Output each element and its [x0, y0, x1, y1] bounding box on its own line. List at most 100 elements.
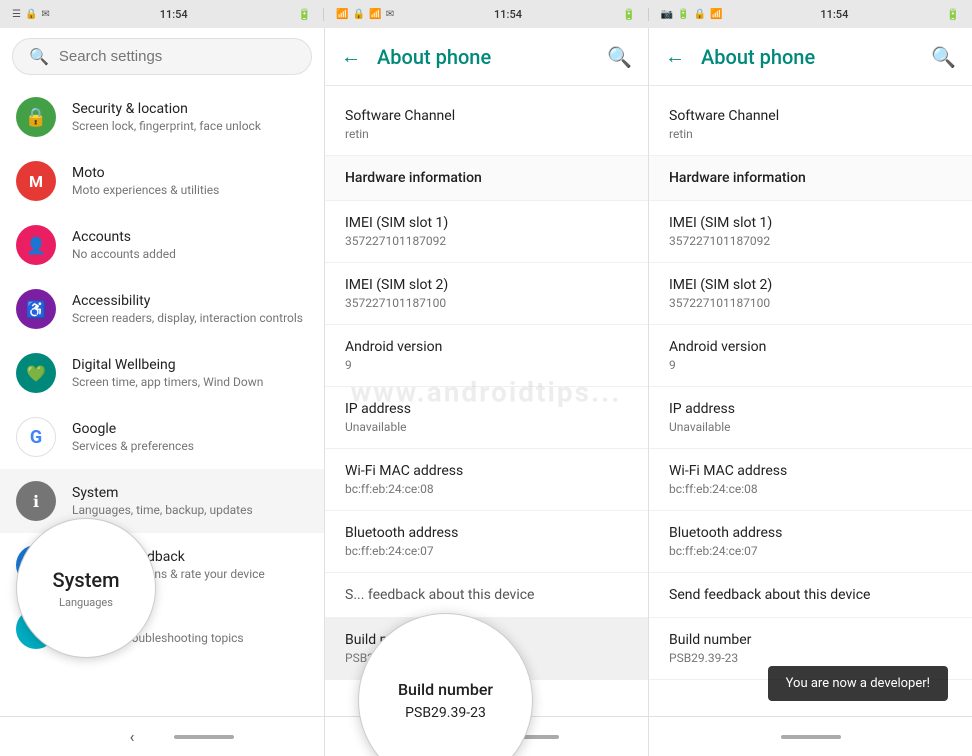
accessibility-icon: ♿: [16, 289, 56, 329]
about-item-title-2: Software Channel: [669, 108, 952, 124]
about-item-imei1-value-2: 357227101187092: [669, 234, 952, 248]
panel-title-1: About phone: [377, 45, 591, 69]
accounts-title: Accounts: [72, 229, 308, 245]
about-item-wifi-2[interactable]: Wi-Fi MAC address bc:ff:eb:24:ce:08: [649, 449, 972, 511]
moto-title: Moto: [72, 165, 308, 181]
about-item-imei1-value: 357227101187092: [345, 234, 628, 248]
accounts-subtitle: No accounts added: [72, 247, 308, 261]
accessibility-subtitle: Screen readers, display, interaction con…: [72, 311, 308, 325]
about-item-imei2-2[interactable]: IMEI (SIM slot 2) 357227101187100: [649, 263, 972, 325]
wifi-icon-right: 📶: [710, 9, 722, 20]
about-item-hw-title-2: Hardware information: [669, 170, 952, 186]
moto-icon: M: [16, 161, 56, 201]
back-button-2[interactable]: ←: [665, 44, 685, 69]
accessibility-title: Accessibility: [72, 293, 308, 309]
about-item-android-value: 9: [345, 358, 628, 372]
status-panel-middle: 📶 🔒 📶 ✉ 11:54 🔋: [324, 8, 648, 21]
message-icon: ✉: [41, 9, 49, 20]
security-icon: 🔒: [16, 97, 56, 137]
build-circle-title: Build number: [398, 680, 493, 699]
time-left: 11:54: [160, 8, 188, 21]
about-item-sw-channel-2[interactable]: Software Channel retin: [649, 94, 972, 156]
search-bar[interactable]: 🔍: [12, 38, 312, 75]
about-item-value: retin: [345, 127, 628, 141]
about-item-imei2-1[interactable]: IMEI (SIM slot 2) 357227101187100: [325, 263, 648, 325]
about-item-sw-channel-1[interactable]: Software Channel retin: [325, 94, 648, 156]
about-item-ip-2[interactable]: IP address Unavailable: [649, 387, 972, 449]
time-mid: 11:54: [494, 8, 522, 21]
search-input[interactable]: [59, 48, 295, 65]
about-item-ip-title: IP address: [345, 401, 628, 417]
about-item-imei1-title-2: IMEI (SIM slot 1): [669, 215, 952, 231]
google-icon: G: [16, 417, 56, 457]
system-circle-title: System: [53, 568, 120, 592]
about-item-ip-value-2: Unavailable: [669, 420, 952, 434]
about-item-feedback-title: S... feedback about this device: [345, 587, 628, 603]
about-item-value-2: retin: [669, 127, 952, 141]
about-item-android-1[interactable]: Android version 9: [325, 325, 648, 387]
about-item-bt-title: Bluetooth address: [345, 525, 628, 541]
system-subtitle: Languages, time, backup, updates: [72, 503, 308, 517]
about-item-hw-title: Hardware information: [345, 170, 628, 186]
cam-icon-right: 📷: [661, 9, 673, 20]
about-item-android-title: Android version: [345, 339, 628, 355]
developer-toast: You are now a developer!: [768, 666, 948, 701]
wellbeing-title: Digital Wellbeing: [72, 357, 308, 373]
about-item-wifi-1[interactable]: Wi-Fi MAC address bc:ff:eb:24:ce:08: [325, 449, 648, 511]
sidebar-item-google[interactable]: G Google Services & preferences: [0, 405, 324, 469]
about-item-bt-2[interactable]: Bluetooth address bc:ff:eb:24:ce:07: [649, 511, 972, 573]
about-item-imei1-2[interactable]: IMEI (SIM slot 1) 357227101187092: [649, 201, 972, 263]
search-button-1[interactable]: 🔍: [607, 45, 632, 69]
about-item-bt-title-2: Bluetooth address: [669, 525, 952, 541]
about-item-android-2[interactable]: Android version 9: [649, 325, 972, 387]
sidebar-item-accounts[interactable]: 👤 Accounts No accounts added: [0, 213, 324, 277]
sidebar-item-accessibility[interactable]: ♿ Accessibility Screen readers, display,…: [0, 277, 324, 341]
system-icon: ℹ: [16, 481, 56, 521]
sidebar-item-wellbeing[interactable]: 💚 Digital Wellbeing Screen time, app tim…: [0, 341, 324, 405]
wellbeing-subtitle: Screen time, app timers, Wind Down: [72, 375, 308, 389]
about-item-imei2-value-2: 357227101187100: [669, 296, 952, 310]
search-button-2[interactable]: 🔍: [931, 45, 956, 69]
sidebar-item-moto[interactable]: M Moto Moto experiences & utilities: [0, 149, 324, 213]
status-panel-left: ☰ 🔒 ✉ 11:54 🔋: [0, 8, 324, 21]
nav-back-left[interactable]: ‹: [90, 719, 175, 754]
about-item-hw-1[interactable]: Hardware information: [325, 156, 648, 201]
panel-header-1: ← About phone 🔍: [325, 28, 648, 86]
battery-right: 🔋: [946, 8, 960, 21]
about-item-bt-1[interactable]: Bluetooth address bc:ff:eb:24:ce:07: [325, 511, 648, 573]
about-item-hw-2[interactable]: Hardware information: [649, 156, 972, 201]
battery-mid: 🔋: [622, 8, 636, 21]
about-item-imei2-title-2: IMEI (SIM slot 2): [669, 277, 952, 293]
about-item-ip-value: Unavailable: [345, 420, 628, 434]
back-button-1[interactable]: ←: [341, 44, 361, 69]
accounts-icon: 👤: [16, 225, 56, 265]
about-item-bt-value: bc:ff:eb:24:ce:07: [345, 544, 628, 558]
about-item-wifi-value: bc:ff:eb:24:ce:08: [345, 482, 628, 496]
about-item-build-value-2: PSB29.39-23: [669, 651, 952, 665]
panel-title-2: About phone: [701, 45, 915, 69]
about-panel-2: ← About phone 🔍 Software Channel retin H…: [649, 28, 972, 756]
about-item-ip-title-2: IP address: [669, 401, 952, 417]
lock-icon-mid: 🔒: [353, 9, 365, 20]
status-panel-right: 📷 🔋 🔒 📶 11:54 🔋: [649, 8, 972, 21]
about-item-bt-value-2: bc:ff:eb:24:ce:07: [669, 544, 952, 558]
panel-header-2: ← About phone 🔍: [649, 28, 972, 86]
about-item-wifi-title: Wi-Fi MAC address: [345, 463, 628, 479]
about-item-android-title-2: Android version: [669, 339, 952, 355]
wellbeing-icon: 💚: [16, 353, 56, 393]
sidebar-item-system[interactable]: ℹ System Languages, time, backup, update…: [0, 469, 324, 533]
system-circle-overlay: System Languages: [16, 518, 156, 658]
signal-icon-mid: 📶: [336, 9, 348, 20]
sidebar-item-security[interactable]: 🔒 Security & location Screen lock, finge…: [0, 85, 324, 149]
about-item-feedback-2[interactable]: Send feedback about this device: [649, 573, 972, 618]
nav-home-indicator-right[interactable]: [781, 735, 841, 739]
about-item-wifi-value-2: bc:ff:eb:24:ce:08: [669, 482, 952, 496]
about-item-imei1-1[interactable]: IMEI (SIM slot 1) 357227101187092: [325, 201, 648, 263]
about-item-android-value-2: 9: [669, 358, 952, 372]
google-title: Google: [72, 421, 308, 437]
about-item-ip-1[interactable]: IP address Unavailable: [325, 387, 648, 449]
moto-subtitle: Moto experiences & utilities: [72, 183, 308, 197]
nav-home-indicator-left[interactable]: [174, 735, 234, 739]
about-item-feedback-1[interactable]: S... feedback about this device: [325, 573, 648, 618]
about-item-build-title-2: Build number: [669, 632, 952, 648]
